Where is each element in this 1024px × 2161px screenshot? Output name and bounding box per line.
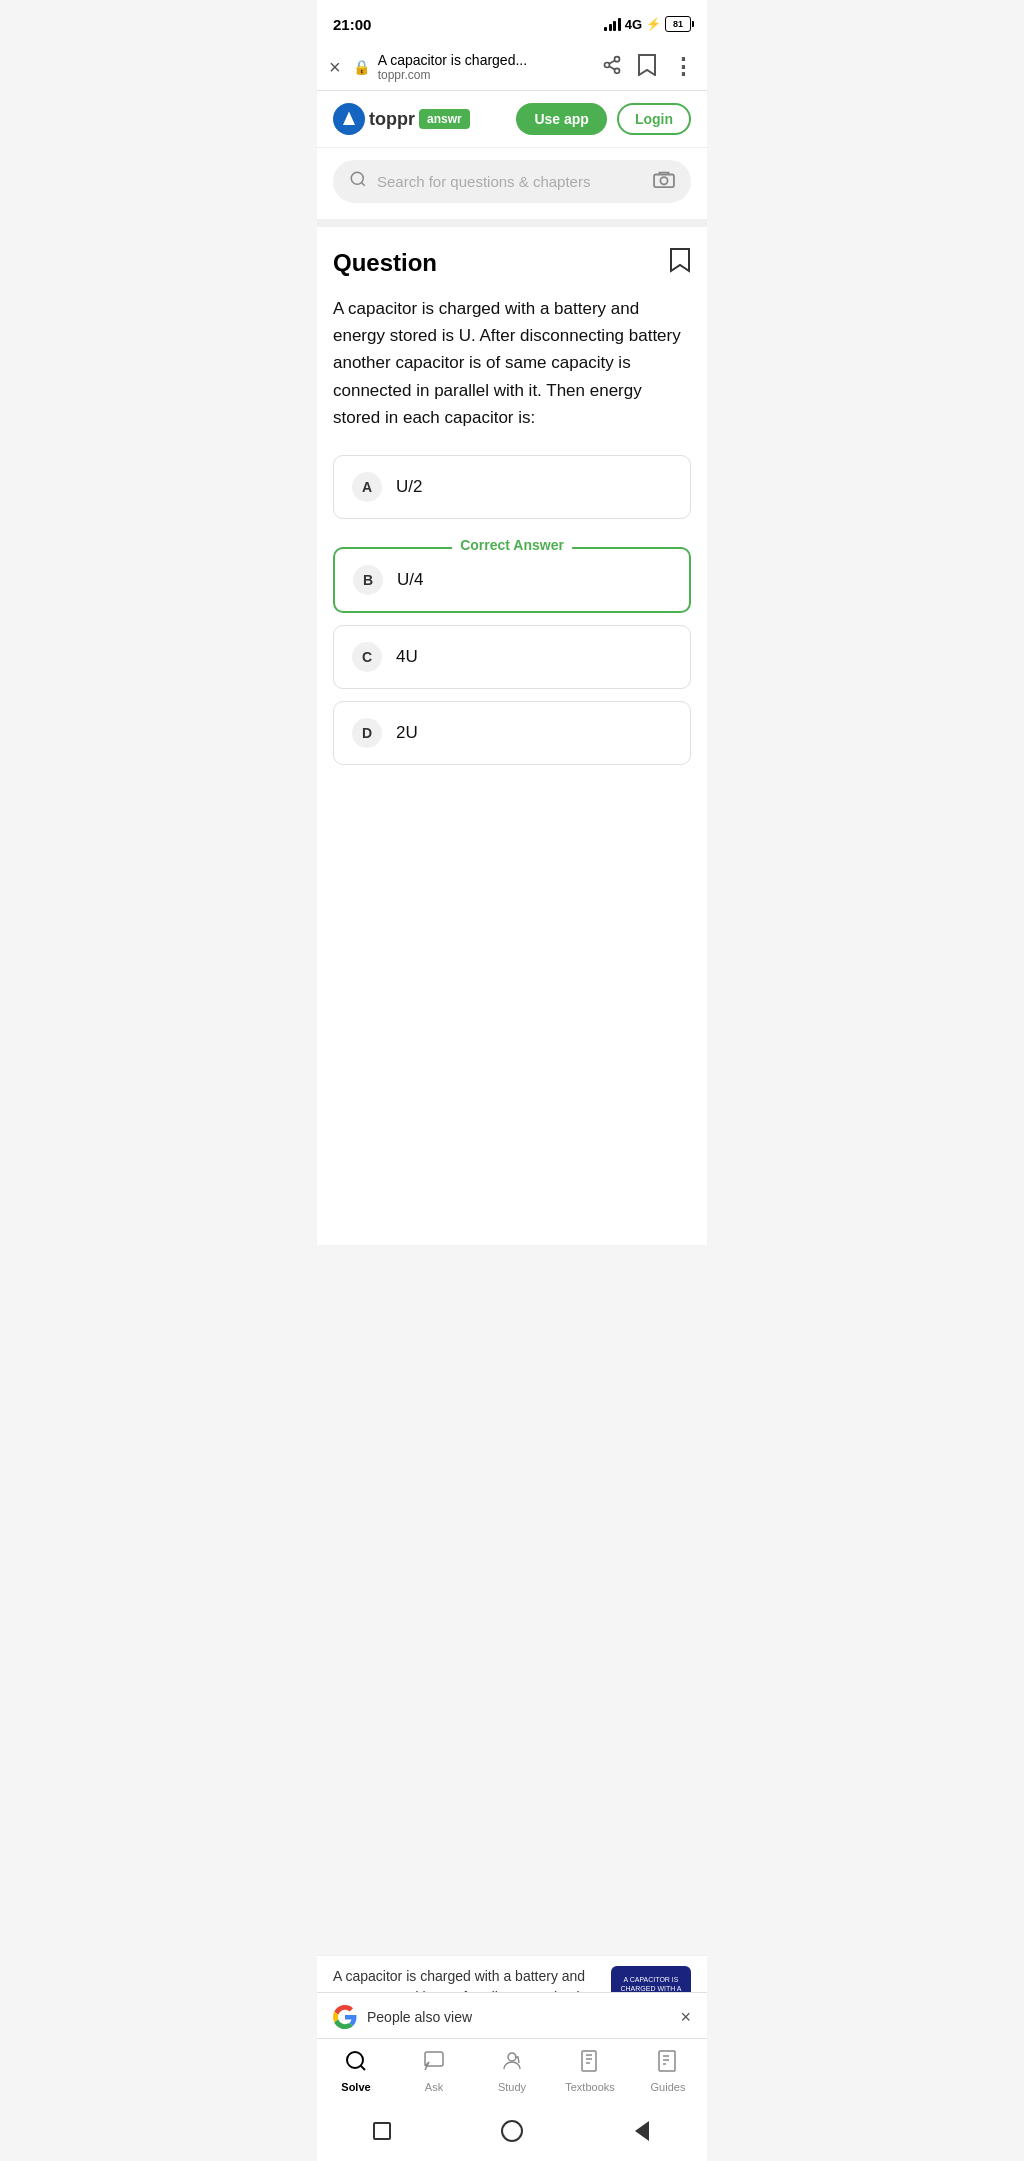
question-text: A capacitor is charged with a battery an… (333, 295, 691, 431)
browser-close-button[interactable]: × (329, 56, 341, 79)
question-header: Question (333, 247, 691, 279)
option-d-text: 2U (396, 723, 418, 743)
option-c-text: 4U (396, 647, 418, 667)
option-a[interactable]: A U/2 (333, 455, 691, 519)
status-bar: 21:00 4G ⚡ 81 (317, 0, 707, 44)
battery-icon: 81 (665, 16, 691, 32)
url-section: 🔒 A capacitor is charged... toppr.com (353, 52, 590, 82)
use-app-button[interactable]: Use app (516, 103, 606, 135)
top-navigation: toppr answr Use app Login (317, 91, 707, 148)
options-container: A U/2 Correct Answer B U/4 C 4U D 2U (333, 455, 691, 945)
question-bookmark-icon[interactable] (669, 247, 691, 279)
correct-answer-label: Correct Answer (452, 537, 572, 553)
recent-apps-icon (373, 2122, 391, 2140)
ask-icon (422, 2049, 446, 2077)
bottom-navigation: Solve Ask Study (317, 2038, 707, 2101)
question-title: Question (333, 249, 437, 277)
google-banner-text: People also view (367, 2009, 670, 2025)
toppr-brand-text: toppr (369, 109, 415, 130)
svg-point-0 (615, 56, 620, 61)
solve-icon (344, 2049, 368, 2077)
guides-icon (656, 2049, 680, 2077)
charging-icon: ⚡ (646, 17, 661, 31)
status-time: 21:00 (333, 16, 371, 33)
svg-point-1 (605, 62, 610, 67)
textbooks-label: Textbooks (565, 2081, 615, 2093)
section-divider (317, 219, 707, 227)
page-title-browser: A capacitor is charged... (378, 52, 590, 68)
svg-point-9 (347, 2052, 363, 2068)
guides-label: Guides (651, 2081, 686, 2093)
study-label: Study (498, 2081, 526, 2093)
option-c[interactable]: C 4U (333, 625, 691, 689)
option-d-letter: D (352, 718, 382, 748)
menu-icon[interactable]: ⋮ (672, 54, 695, 80)
svg-line-6 (361, 182, 364, 185)
network-type: 4G (625, 17, 642, 32)
browser-bar: × 🔒 A capacitor is charged... toppr.com … (317, 44, 707, 91)
nav-study[interactable]: Study (482, 2049, 542, 2093)
login-button[interactable]: Login (617, 103, 691, 135)
lock-icon: 🔒 (353, 59, 370, 75)
google-banner: People also view × (317, 1992, 707, 2041)
option-a-letter: A (352, 472, 382, 502)
bookmark-browser-icon[interactable] (638, 54, 656, 81)
toppr-logo: toppr answr (333, 103, 470, 135)
solve-label: Solve (341, 2081, 370, 2093)
nav-solve[interactable]: Solve (326, 2049, 386, 2093)
search-placeholder[interactable]: Search for questions & chapters (377, 173, 643, 190)
svg-point-2 (615, 68, 620, 73)
study-icon (500, 2049, 524, 2077)
google-banner-close[interactable]: × (680, 2007, 691, 2028)
url-container: A capacitor is charged... toppr.com (378, 52, 590, 82)
signal-icon (604, 17, 621, 31)
system-navigation (317, 2101, 707, 2161)
nav-buttons: Use app Login (516, 103, 691, 135)
question-section: Question A capacitor is charged with a b… (317, 227, 707, 1245)
svg-point-12 (508, 2053, 516, 2061)
svg-rect-13 (582, 2051, 596, 2071)
option-a-text: U/2 (396, 477, 422, 497)
url-domain: toppr.com (378, 68, 590, 82)
browser-actions: ⋮ (602, 54, 695, 81)
nav-guides[interactable]: Guides (638, 2049, 698, 2093)
option-b[interactable]: Correct Answer B U/4 (333, 547, 691, 613)
back-icon (635, 2121, 649, 2141)
search-container: Search for questions & chapters (317, 148, 707, 219)
answr-badge: answr (419, 109, 470, 129)
home-icon (501, 2120, 523, 2142)
nav-ask[interactable]: Ask (404, 2049, 464, 2093)
system-recent-button[interactable] (370, 2119, 394, 2143)
nav-textbooks[interactable]: Textbooks (560, 2049, 620, 2093)
svg-line-4 (609, 60, 615, 63)
svg-line-3 (609, 66, 615, 69)
ask-label: Ask (425, 2081, 443, 2093)
option-b-text: U/4 (397, 570, 423, 590)
system-back-button[interactable] (630, 2119, 654, 2143)
option-c-letter: C (352, 642, 382, 672)
svg-point-5 (351, 172, 363, 184)
option-d[interactable]: D 2U (333, 701, 691, 765)
svg-point-8 (660, 177, 667, 184)
textbooks-icon (578, 2049, 602, 2077)
status-icons: 4G ⚡ 81 (604, 16, 691, 32)
svg-rect-17 (659, 2051, 675, 2071)
google-logo-icon (333, 2005, 357, 2029)
system-home-button[interactable] (500, 2119, 524, 2143)
toppr-logo-icon (333, 103, 365, 135)
share-icon[interactable] (602, 55, 622, 80)
option-b-letter: B (353, 565, 383, 595)
camera-icon[interactable] (653, 170, 675, 193)
search-icon (349, 170, 367, 193)
svg-line-10 (361, 2066, 365, 2070)
search-bar[interactable]: Search for questions & chapters (333, 160, 691, 203)
